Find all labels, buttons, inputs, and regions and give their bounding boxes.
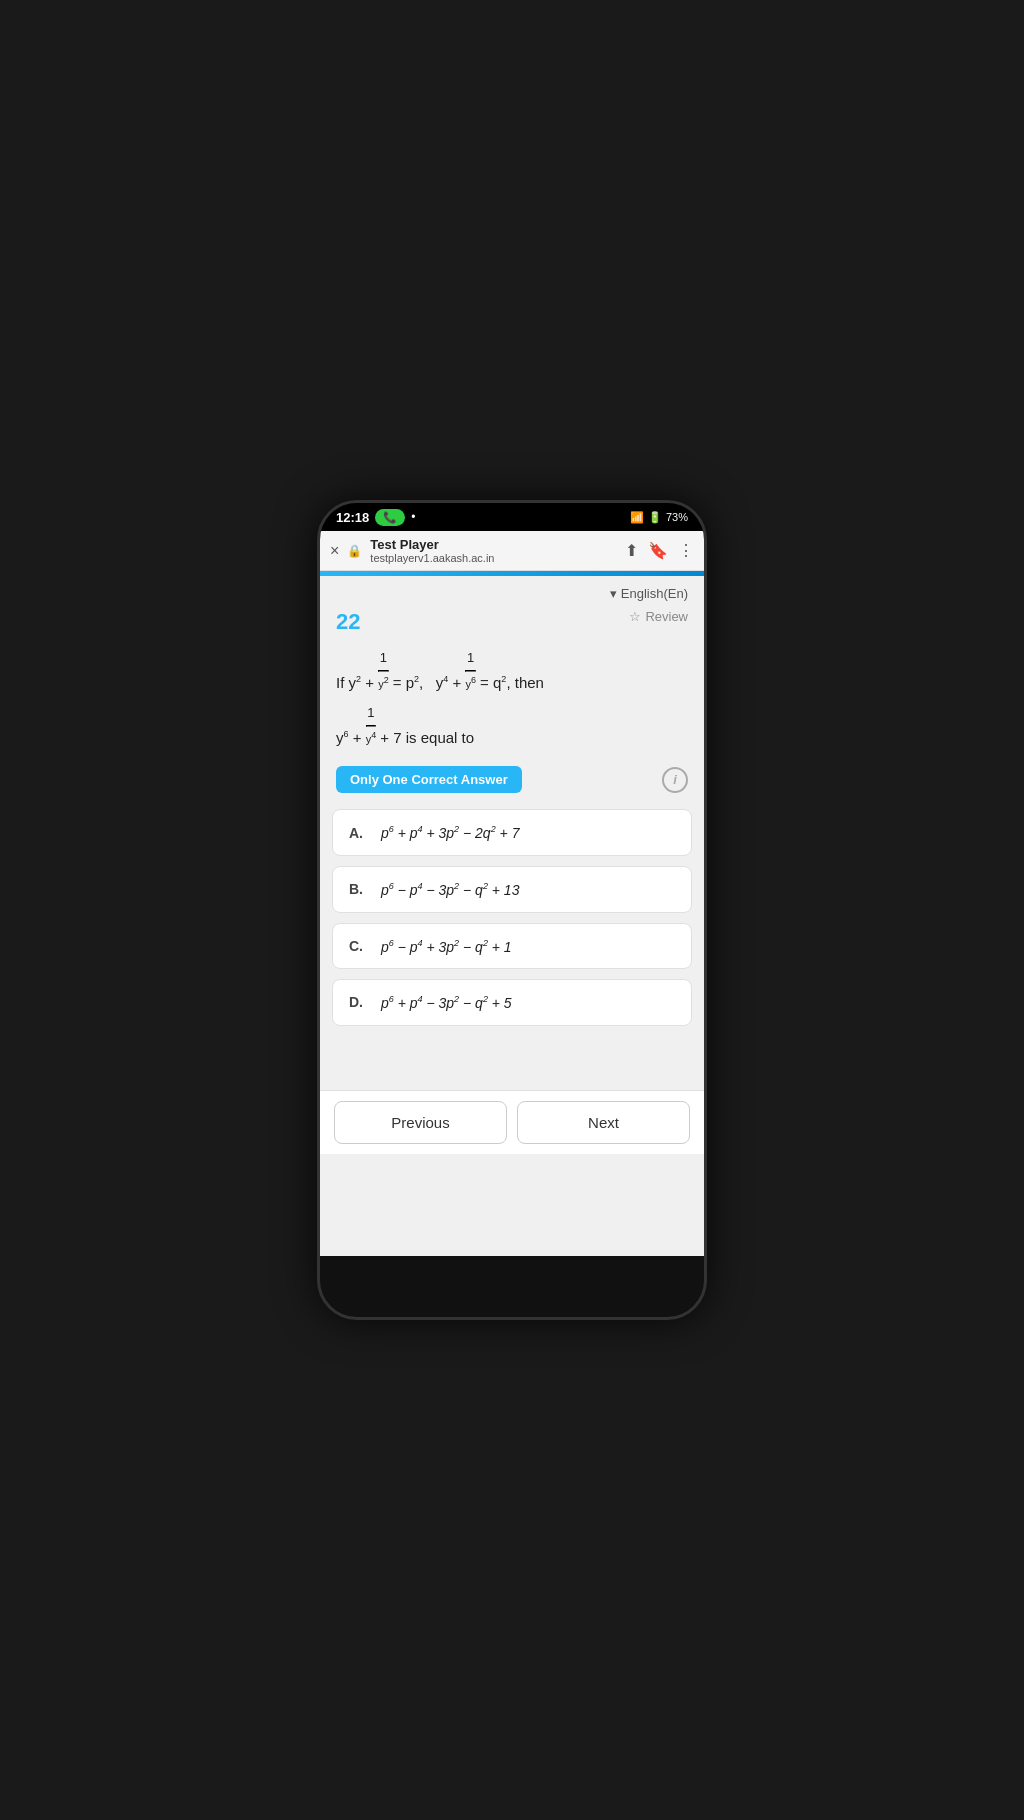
menu-icon[interactable]: ⋮ xyxy=(678,541,694,560)
chevron-down-icon: ▾ xyxy=(610,586,617,601)
status-right: 📶 🔋 73% xyxy=(630,511,688,524)
next-button[interactable]: Next xyxy=(517,1101,690,1144)
option-a[interactable]: A. p6 + p4 + 3p2 − 2q2 + 7 xyxy=(332,809,692,856)
share-icon[interactable]: ⬆ xyxy=(625,541,638,560)
url-block: Test Player testplayerv1.aakash.ac.in xyxy=(370,537,617,564)
option-d-text: p6 + p4 − 3p2 − q2 + 5 xyxy=(381,994,512,1011)
answer-type-badge: Only One Correct Answer xyxy=(336,766,522,793)
option-c[interactable]: C. p6 − p4 + 3p2 − q2 + 1 xyxy=(332,923,692,970)
language-selector[interactable]: ▾ English(En) xyxy=(610,586,688,601)
star-icon: ☆ xyxy=(629,609,641,624)
call-icon: 📞 xyxy=(383,511,397,524)
question-line2: y6 + 1y4 + 7 is equal to xyxy=(336,702,688,751)
status-bar: 12:18 📞 • 📶 🔋 73% xyxy=(320,503,704,531)
option-b[interactable]: B. p6 − p4 − 3p2 − q2 + 13 xyxy=(332,866,692,913)
bottom-nav: Previous Next xyxy=(320,1090,704,1154)
info-icon[interactable]: i xyxy=(662,767,688,793)
browser-title: Test Player xyxy=(370,537,617,552)
browser-actions: ⬆ 🔖 ⋮ xyxy=(625,541,694,560)
call-button: 📞 xyxy=(375,509,405,526)
option-d[interactable]: D. p6 + p4 − 3p2 − q2 + 5 xyxy=(332,979,692,1026)
options-list: A. p6 + p4 + 3p2 − 2q2 + 7 B. p6 − p4 − … xyxy=(320,805,704,1030)
question-number: 22 xyxy=(336,609,360,635)
browser-close-button[interactable]: × xyxy=(330,542,339,560)
browser-url: testplayerv1.aakash.ac.in xyxy=(370,552,617,564)
bookmark-icon[interactable]: 🔖 xyxy=(648,541,668,560)
option-c-label: C. xyxy=(349,938,369,954)
option-a-text: p6 + p4 + 3p2 − 2q2 + 7 xyxy=(381,824,519,841)
status-left: 12:18 📞 • xyxy=(336,509,415,526)
question-text: If y2 + 1y2 = p2, y4 + 1y6 = q2, then y6… xyxy=(320,643,704,762)
question-line1: If y2 + 1y2 = p2, y4 + 1y6 = q2, then xyxy=(336,647,688,696)
battery-level: 73% xyxy=(666,511,688,523)
answer-type-row: Only One Correct Answer i xyxy=(320,762,704,805)
option-b-label: B. xyxy=(349,881,369,897)
battery-icon: 🔋 xyxy=(648,511,662,524)
spacer xyxy=(320,1030,704,1090)
browser-bar: × 🔒 Test Player testplayerv1.aakash.ac.i… xyxy=(320,531,704,571)
option-a-label: A. xyxy=(349,825,369,841)
status-time: 12:18 xyxy=(336,510,369,525)
review-button[interactable]: ☆ Review xyxy=(629,609,688,624)
lock-icon: 🔒 xyxy=(347,544,362,558)
language-row: ▾ English(En) xyxy=(320,576,704,605)
option-c-text: p6 − p4 + 3p2 − q2 + 1 xyxy=(381,938,512,955)
previous-button[interactable]: Previous xyxy=(334,1101,507,1144)
content-area: ▾ English(En) 22 ☆ Review If y2 + 1y2 = … xyxy=(320,576,704,1256)
review-label: Review xyxy=(645,609,688,624)
language-label: English(En) xyxy=(621,586,688,601)
option-d-label: D. xyxy=(349,994,369,1010)
question-header: 22 ☆ Review xyxy=(320,605,704,643)
signal-icon: 📶 xyxy=(630,511,644,524)
option-b-text: p6 − p4 − 3p2 − q2 + 13 xyxy=(381,881,519,898)
dot-indicator: • xyxy=(411,510,415,524)
phone-frame: 12:18 📞 • 📶 🔋 73% × 🔒 Test Player testpl… xyxy=(317,500,707,1320)
